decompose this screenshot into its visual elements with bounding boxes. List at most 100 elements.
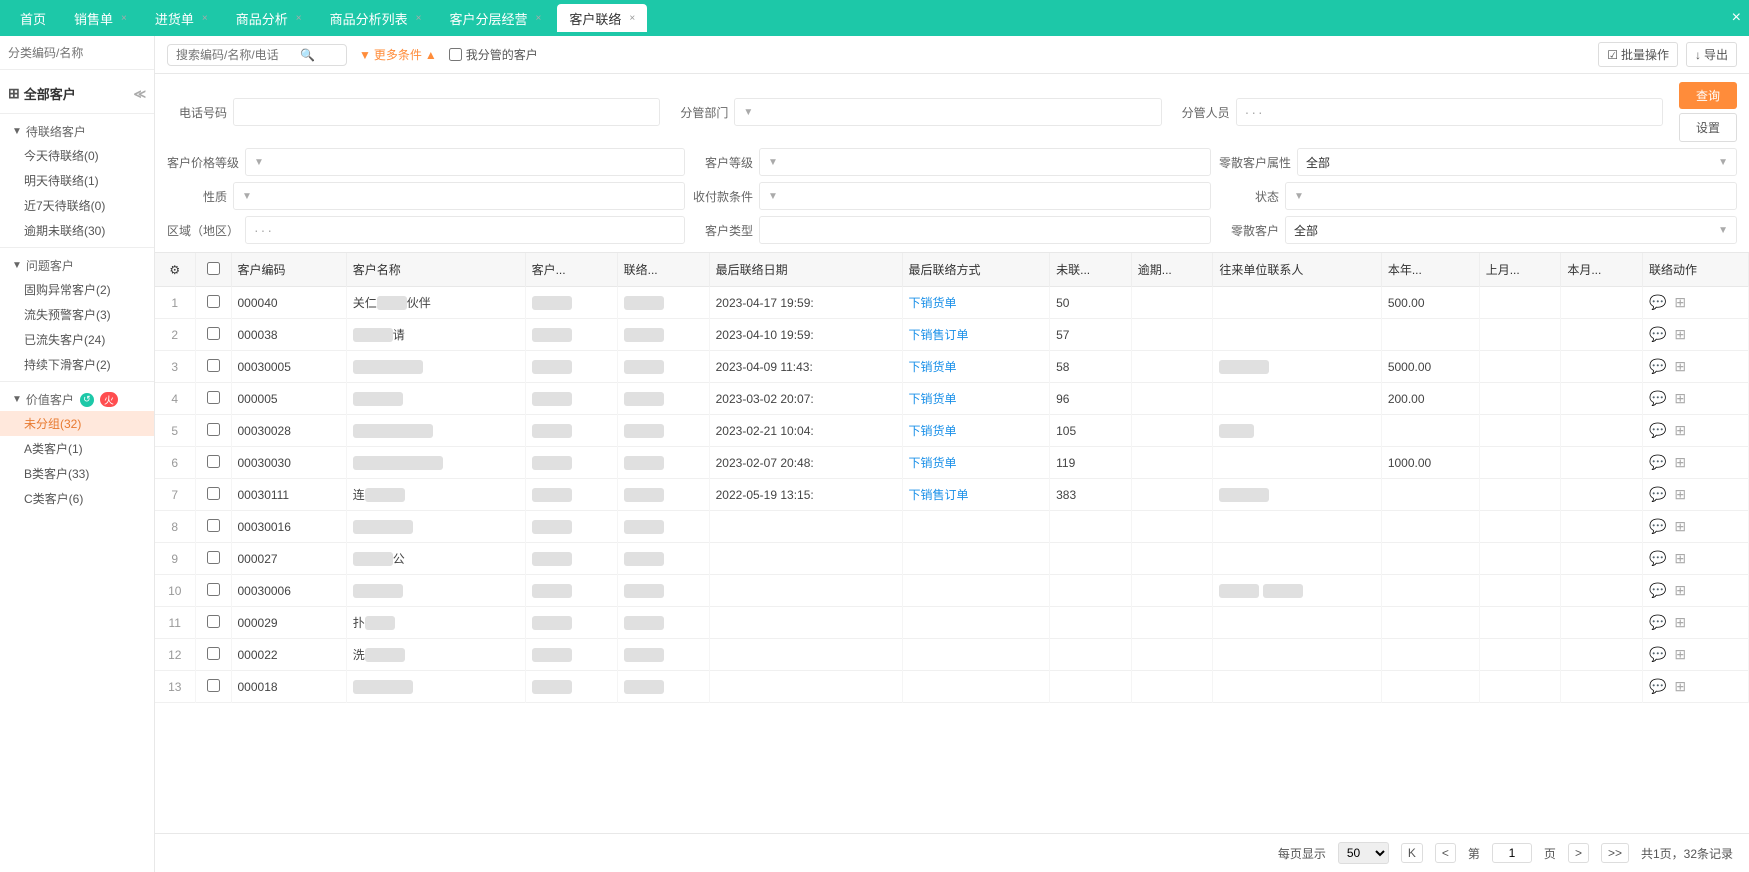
th-overdue[interactable]: 逾期...	[1131, 253, 1213, 287]
nav-tab-customer-contact[interactable]: 客户联络 ×	[557, 4, 647, 32]
grid-action-icon[interactable]: ⊞	[1674, 486, 1686, 503]
sidebar-section-value[interactable]: ▼ 价值客户 ↺ 火	[0, 386, 154, 411]
grid-action-icon[interactable]: ⊞	[1674, 422, 1686, 439]
message-icon[interactable]: 💬	[1649, 358, 1666, 375]
sidebar-section-pending[interactable]: ▼ 待联络客户	[0, 118, 154, 143]
grid-action-icon[interactable]: ⊞	[1674, 454, 1686, 471]
sidebar-item-tomorrow-pending[interactable]: 明天待联络(1)	[0, 168, 154, 193]
payment-input[interactable]: ▼	[759, 182, 1211, 210]
grid-action-icon[interactable]: ⊞	[1674, 550, 1686, 567]
main-search-box[interactable]: 🔍	[167, 44, 347, 66]
page-size-select[interactable]: 50 100 200	[1338, 842, 1389, 864]
message-icon[interactable]: 💬	[1649, 678, 1666, 695]
grid-action-icon[interactable]: ⊞	[1674, 678, 1686, 695]
th-unit-contact[interactable]: 往来单位联系人	[1213, 253, 1381, 287]
grid-action-icon[interactable]: ⊞	[1674, 358, 1686, 375]
page-last-button[interactable]: >>	[1601, 843, 1629, 863]
customer-level-input[interactable]: ▼	[759, 148, 1211, 176]
contact-method-link[interactable]: 下销售订单	[909, 328, 969, 342]
row-checkbox[interactable]	[195, 287, 231, 319]
nav-tab-purchase[interactable]: 进货单 ×	[143, 4, 220, 32]
page-prev-button[interactable]: <	[1435, 843, 1456, 863]
message-icon[interactable]: 💬	[1649, 582, 1666, 599]
nav-tab-product-analysis-list[interactable]: 商品分析列表 ×	[318, 4, 434, 32]
search-icon[interactable]: 🔍	[300, 48, 315, 62]
person-input[interactable]: ···	[1236, 98, 1663, 126]
close-icon[interactable]: ×	[416, 13, 422, 24]
sidebar-item-declining[interactable]: 持续下滑客户(2)	[0, 352, 154, 377]
status-input[interactable]: ▼	[1285, 182, 1737, 210]
close-icon[interactable]: ×	[629, 13, 635, 24]
close-icon[interactable]: ×	[202, 13, 208, 24]
contact-method-link[interactable]: 下销货单	[909, 296, 957, 310]
contact-method-link[interactable]: 下销货单	[909, 360, 957, 374]
row-checkbox[interactable]	[195, 319, 231, 351]
row-checkbox[interactable]	[195, 575, 231, 607]
row-checkbox[interactable]	[195, 639, 231, 671]
retail-customer-input[interactable]: 全部 ▼	[1285, 216, 1737, 244]
message-icon[interactable]: 💬	[1649, 486, 1666, 503]
th-last-date[interactable]: 最后联络日期	[709, 253, 902, 287]
nature-input[interactable]: ▼	[233, 182, 685, 210]
row-checkbox[interactable]	[195, 511, 231, 543]
export-button[interactable]: ↓ 导出	[1686, 42, 1737, 67]
message-icon[interactable]: 💬	[1649, 294, 1666, 311]
sidebar-item-today-pending[interactable]: 今天待联络(0)	[0, 143, 154, 168]
grid-action-icon[interactable]: ⊞	[1674, 582, 1686, 599]
message-icon[interactable]: 💬	[1649, 454, 1666, 471]
phone-input[interactable]	[233, 98, 660, 126]
retail-attr-input[interactable]: 全部 ▼	[1297, 148, 1737, 176]
nav-tab-product-analysis[interactable]: 商品分析 ×	[224, 4, 314, 32]
nav-home[interactable]: 首页	[8, 4, 58, 32]
grid-action-icon[interactable]: ⊞	[1674, 614, 1686, 631]
message-icon[interactable]: 💬	[1649, 390, 1666, 407]
th-name[interactable]: 客户名称	[346, 253, 525, 287]
th-last-method[interactable]: 最后联络方式	[902, 253, 1050, 287]
customer-type-input[interactable]	[759, 216, 1211, 244]
sidebar-all-customers[interactable]: ⊞ 全部客户 ≪	[0, 78, 154, 109]
row-checkbox[interactable]	[195, 383, 231, 415]
message-icon[interactable]: 💬	[1649, 550, 1666, 567]
th-this-month[interactable]: 本月...	[1561, 253, 1643, 287]
grid-action-icon[interactable]: ⊞	[1674, 390, 1686, 407]
price-level-input[interactable]: ▼	[245, 148, 685, 176]
sidebar-section-problem[interactable]: ▼ 问题客户	[0, 252, 154, 277]
dept-input[interactable]: ▼	[734, 98, 1161, 126]
close-icon[interactable]: ×	[121, 13, 127, 24]
th-last-month[interactable]: 上月...	[1479, 253, 1561, 287]
category-search-input[interactable]	[8, 46, 155, 60]
contact-method-link[interactable]: 下销货单	[909, 392, 957, 406]
row-checkbox[interactable]	[195, 671, 231, 703]
close-icon[interactable]: ×	[296, 13, 302, 24]
select-all-checkbox[interactable]	[207, 262, 220, 275]
row-checkbox[interactable]	[195, 415, 231, 447]
message-icon[interactable]: 💬	[1649, 614, 1666, 631]
page-next-button[interactable]: >	[1568, 843, 1589, 863]
page-first-button[interactable]: K	[1401, 843, 1423, 863]
sidebar-item-class-a[interactable]: A类客户(1)	[0, 436, 154, 461]
region-input[interactable]: ···	[245, 216, 685, 244]
nav-tab-customer-stratify[interactable]: 客户分层经营 ×	[437, 4, 553, 32]
batch-ops-button[interactable]: ☑ 批量操作	[1598, 42, 1678, 67]
message-icon[interactable]: 💬	[1649, 422, 1666, 439]
my-customers-checkbox-container[interactable]: 我分管的客户	[449, 46, 538, 63]
row-checkbox[interactable]	[195, 479, 231, 511]
message-icon[interactable]: 💬	[1649, 326, 1666, 343]
close-icon[interactable]: ×	[535, 13, 541, 24]
row-checkbox[interactable]	[195, 607, 231, 639]
grid-action-icon[interactable]: ⊞	[1674, 646, 1686, 663]
row-checkbox[interactable]	[195, 543, 231, 575]
th-settings[interactable]: ⚙	[155, 253, 195, 287]
reset-button[interactable]: 设置	[1679, 113, 1737, 142]
th-customer-type[interactable]: 客户...	[525, 253, 617, 287]
contact-method-link[interactable]: 下销货单	[909, 456, 957, 470]
sidebar-item-abnormal[interactable]: 固购异常客户(2)	[0, 277, 154, 302]
grid-action-icon[interactable]: ⊞	[1674, 294, 1686, 311]
more-conditions-button[interactable]: ▼ 更多条件 ▲	[359, 46, 437, 63]
sidebar-item-churn-warning[interactable]: 流失预警客户(3)	[0, 302, 154, 327]
row-checkbox[interactable]	[195, 351, 231, 383]
page-input[interactable]	[1492, 843, 1532, 863]
sidebar-item-class-c[interactable]: C类客户(6)	[0, 486, 154, 511]
nav-tab-sales[interactable]: 销售单 ×	[62, 4, 139, 32]
message-icon[interactable]: 💬	[1649, 646, 1666, 663]
